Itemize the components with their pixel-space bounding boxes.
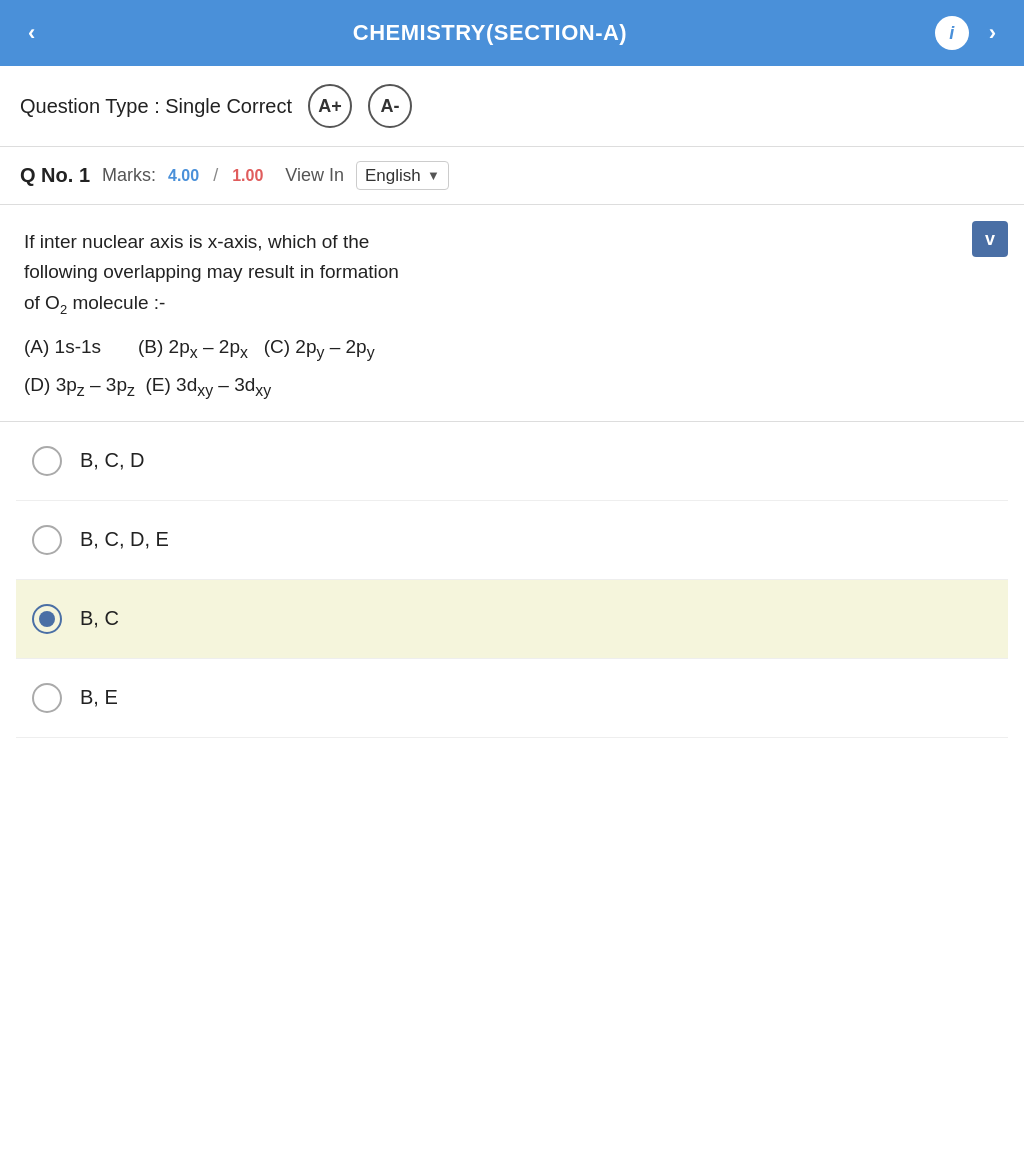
dropdown-arrow-icon: ▼ [427,168,440,183]
question-type-label: Question Type : Single Correct [20,95,292,118]
radio-button-2[interactable] [32,525,62,555]
info-icon[interactable]: i [935,16,969,50]
question-body-wrapper: If inter nuclear axis is x-axis, which o… [0,205,1024,422]
question-inline-options: (A) 1s-1s (B) 2px – 2px (C) 2py – 2py (D… [24,330,1000,405]
option-label-3: B, C [80,607,119,630]
back-button[interactable]: ‹ [18,16,45,50]
answer-options: B, C, D B, C, D, E B, C B, E [0,422,1024,738]
inline-option-line2: (D) 3pz – 3pz (E) 3dxy – 3dxy [24,368,1000,405]
question-line3: of O2 molecule :- [24,292,165,313]
option-label-1: B, C, D [80,449,144,472]
radio-button-1[interactable] [32,446,62,476]
header-title: CHEMISTRY(SECTION-A) [45,20,934,46]
question-text: If inter nuclear axis is x-axis, which o… [24,227,1000,320]
radio-button-4[interactable] [32,683,62,713]
option-label-2: B, C, D, E [80,528,169,551]
option-row-4[interactable]: B, E [16,659,1008,738]
collapse-button[interactable]: v [972,221,1008,257]
marks-positive: 4.00 [168,167,199,185]
language-dropdown[interactable]: English Hindi [365,166,421,185]
option-row-3[interactable]: B, C [16,580,1008,659]
marks-negative: 1.00 [232,167,263,185]
question-number: Q No. 1 [20,164,90,187]
question-body: If inter nuclear axis is x-axis, which o… [0,205,1024,422]
question-line1: If inter nuclear axis is x-axis, which o… [24,231,369,252]
inline-option-line1: (A) 1s-1s (B) 2px – 2px (C) 2py – 2py [24,330,1000,367]
font-decrease-button[interactable]: A- [368,84,412,128]
option-row-1[interactable]: B, C, D [16,422,1008,501]
question-type-bar: Question Type : Single Correct A+ A- [0,66,1024,147]
font-increase-button[interactable]: A+ [308,84,352,128]
marks-separator: / [213,165,218,186]
question-meta-bar: Q No. 1 Marks: 4.00 / 1.00 View In Engli… [0,147,1024,205]
radio-inner-3 [39,611,55,627]
language-selector[interactable]: English Hindi ▼ [356,161,449,190]
question-line2: following overlapping may result in form… [24,261,399,282]
header: ‹ CHEMISTRY(SECTION-A) i › [0,0,1024,66]
radio-button-3[interactable] [32,604,62,634]
option-row-2[interactable]: B, C, D, E [16,501,1008,580]
forward-button[interactable]: › [979,16,1006,50]
marks-label: Marks: [102,165,156,186]
option-label-4: B, E [80,686,118,709]
view-in-label: View In [285,165,344,186]
app-container: ‹ CHEMISTRY(SECTION-A) i › Question Type… [0,0,1024,1161]
